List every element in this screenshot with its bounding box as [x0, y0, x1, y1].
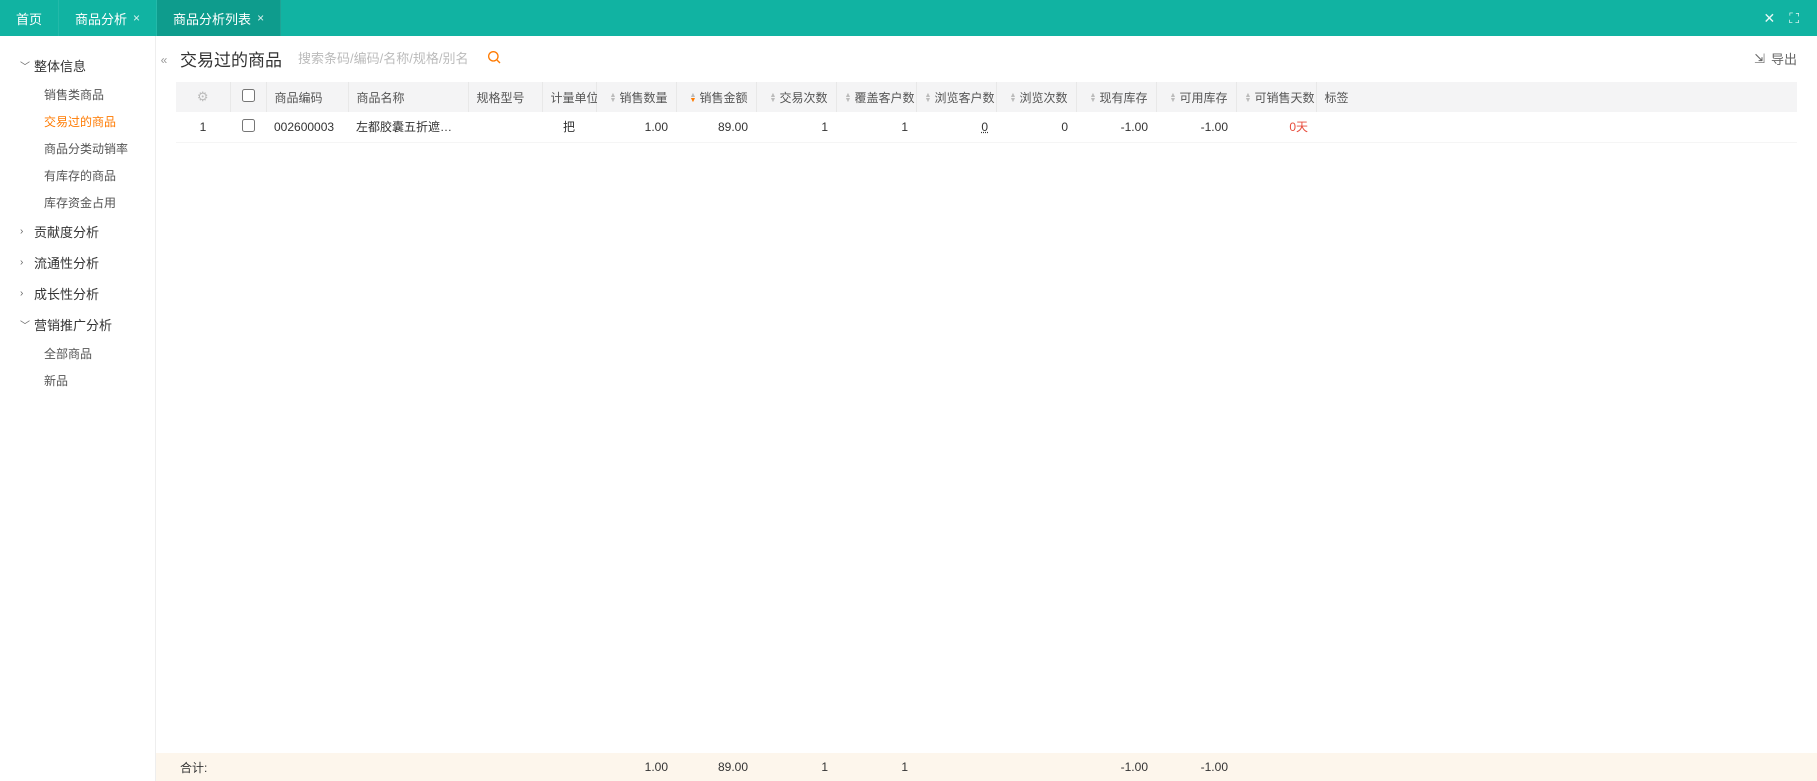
cell-name: 左都胶囊五折遮阳伞防晒伞; — [348, 112, 468, 142]
sidebar-item-category-rate[interactable]: 商品分类动销率 — [0, 135, 155, 162]
cell-qty: 1.00 — [596, 112, 676, 142]
sidebar-group-circulation[interactable]: › 流通性分析 — [0, 247, 155, 278]
col-qty[interactable]: ▲▼销售数量 — [596, 82, 676, 112]
tab-label: 商品分析列表 — [173, 9, 251, 28]
sidebar-item-new-products[interactable]: 新品 — [0, 367, 155, 394]
export-icon: ⇲ — [1754, 51, 1765, 67]
sidebar-item-sales-products[interactable]: 销售类商品 — [0, 81, 155, 108]
sidebar-item-traded-products[interactable]: 交易过的商品 — [0, 108, 155, 135]
totals-label: 合计: — [176, 753, 266, 781]
export-label: 导出 — [1771, 49, 1797, 68]
sort-icon: ▲▼ — [1170, 93, 1177, 103]
sort-icon: ▲▼ — [1010, 93, 1017, 103]
checkbox-all[interactable] — [242, 89, 255, 102]
tab-home[interactable]: 首页 — [0, 0, 59, 36]
col-views[interactable]: ▲▼浏览次数 — [996, 82, 1076, 112]
totals-cust: 1 — [836, 753, 916, 781]
sidebar-group-label: 营销推广分析 — [34, 315, 112, 334]
sidebar-group-label: 流通性分析 — [34, 253, 99, 272]
totals-amount: 89.00 — [676, 753, 756, 781]
sort-icon: ▲▼ — [690, 93, 697, 103]
totals-astock: -1.00 — [1156, 753, 1236, 781]
close-icon[interactable]: × — [133, 11, 140, 25]
col-stock[interactable]: ▲▼现有库存 — [1076, 82, 1156, 112]
gear-icon: ⚙ — [197, 89, 209, 104]
col-txn[interactable]: ▲▼交易次数 — [756, 82, 836, 112]
tab-home-label: 首页 — [16, 9, 42, 28]
sidebar: ﹀ 整体信息 销售类商品 交易过的商品 商品分类动销率 有库存的商品 库存资金占… — [0, 36, 156, 781]
cell-index: 1 — [176, 112, 230, 142]
row-checkbox[interactable] — [242, 119, 255, 132]
sidebar-item-all-products[interactable]: 全部商品 — [0, 340, 155, 367]
search-icon[interactable] — [486, 49, 502, 68]
close-icon[interactable]: × — [257, 11, 264, 25]
table-row[interactable]: 1 002600003 左都胶囊五折遮阳伞防晒伞; 把 1.00 89.00 1… — [176, 112, 1797, 142]
sidebar-group-growth[interactable]: › 成长性分析 — [0, 278, 155, 309]
col-code[interactable]: 商品编码 — [266, 82, 348, 112]
cell-unit: 把 — [542, 112, 596, 142]
collapse-sidebar-icon[interactable]: « — [154, 50, 174, 70]
totals-row: 合计: 1.00 89.00 1 1 -1.00 -1.00 — [156, 753, 1817, 781]
cell-amount: 89.00 — [676, 112, 756, 142]
sidebar-group-marketing[interactable]: ﹀ 营销推广分析 — [0, 309, 155, 340]
cell-vcust[interactable]: 0 — [916, 112, 996, 142]
tab-label: 商品分析 — [75, 9, 127, 28]
totals-txn: 1 — [756, 753, 836, 781]
export-button[interactable]: ⇲ 导出 — [1754, 49, 1797, 68]
sort-icon: ▲▼ — [770, 93, 777, 103]
col-astock[interactable]: ▲▼可用库存 — [1156, 82, 1236, 112]
top-tabbar: 首页 商品分析 × 商品分析列表 × ✕ ⛶ — [0, 0, 1817, 36]
col-checkbox-all[interactable] — [230, 82, 266, 112]
chevron-down-icon: ﹀ — [20, 317, 30, 332]
sort-icon: ▲▼ — [1245, 93, 1252, 103]
totals-stock: -1.00 — [1076, 753, 1156, 781]
col-amount[interactable]: ▲▼销售金额 — [676, 82, 756, 112]
sort-icon: ▲▼ — [845, 93, 852, 103]
chevron-down-icon: ﹀ — [20, 58, 30, 73]
search-input[interactable] — [298, 51, 478, 66]
sidebar-group-label: 贡献度分析 — [34, 222, 99, 241]
cell-tag — [1316, 112, 1797, 142]
sort-icon: ▲▼ — [925, 93, 932, 103]
cell-cust: 1 — [836, 112, 916, 142]
col-days[interactable]: ▲▼可销售天数 — [1236, 82, 1316, 112]
col-unit[interactable]: 计量单位 — [542, 82, 596, 112]
cell-stock: -1.00 — [1076, 112, 1156, 142]
cell-astock: -1.00 — [1156, 112, 1236, 142]
sidebar-group-label: 整体信息 — [34, 56, 86, 75]
sidebar-group-overall[interactable]: ﹀ 整体信息 — [0, 50, 155, 81]
cell-txn: 1 — [756, 112, 836, 142]
col-name[interactable]: 商品名称 — [348, 82, 468, 112]
data-table: ⚙ 商品编码 商品名称 规格型号 计量单位 ▲▼销售数量 ▲▼销售金额 ▲▼交易… — [176, 82, 1797, 143]
cell-spec — [468, 112, 542, 142]
col-cust[interactable]: ▲▼覆盖客户数 — [836, 82, 916, 112]
sidebar-item-in-stock-products[interactable]: 有库存的商品 — [0, 162, 155, 189]
page-header: 交易过的商品 ⇲ 导出 — [156, 36, 1817, 82]
sort-icon: ▲▼ — [610, 93, 617, 103]
tab-product-analysis[interactable]: 商品分析 × — [59, 0, 157, 36]
sort-icon: ▲▼ — [1090, 93, 1097, 103]
cell-checkbox[interactable] — [230, 112, 266, 142]
sidebar-group-contribution[interactable]: › 贡献度分析 — [0, 216, 155, 247]
col-spec[interactable]: 规格型号 — [468, 82, 542, 112]
sidebar-group-label: 成长性分析 — [34, 284, 99, 303]
chevron-right-icon: › — [20, 226, 30, 237]
fullscreen-icon[interactable]: ⛶ — [1789, 10, 1799, 27]
close-icon[interactable]: ✕ — [1763, 10, 1775, 27]
col-tag[interactable]: 标签 — [1316, 82, 1797, 112]
col-vcust[interactable]: ▲▼浏览客户数 — [916, 82, 996, 112]
chevron-right-icon: › — [20, 288, 30, 299]
tab-product-analysis-list[interactable]: 商品分析列表 × — [157, 0, 281, 36]
totals-qty: 1.00 — [596, 753, 676, 781]
cell-views: 0 — [996, 112, 1076, 142]
cell-days: 0天 — [1236, 112, 1316, 142]
chevron-right-icon: › — [20, 257, 30, 268]
table-wrap: ⚙ 商品编码 商品名称 规格型号 计量单位 ▲▼销售数量 ▲▼销售金额 ▲▼交易… — [156, 82, 1817, 753]
col-settings[interactable]: ⚙ — [176, 82, 230, 112]
cell-code: 002600003 — [266, 112, 348, 142]
page-title: 交易过的商品 — [180, 46, 282, 71]
sidebar-item-stock-capital[interactable]: 库存资金占用 — [0, 189, 155, 216]
